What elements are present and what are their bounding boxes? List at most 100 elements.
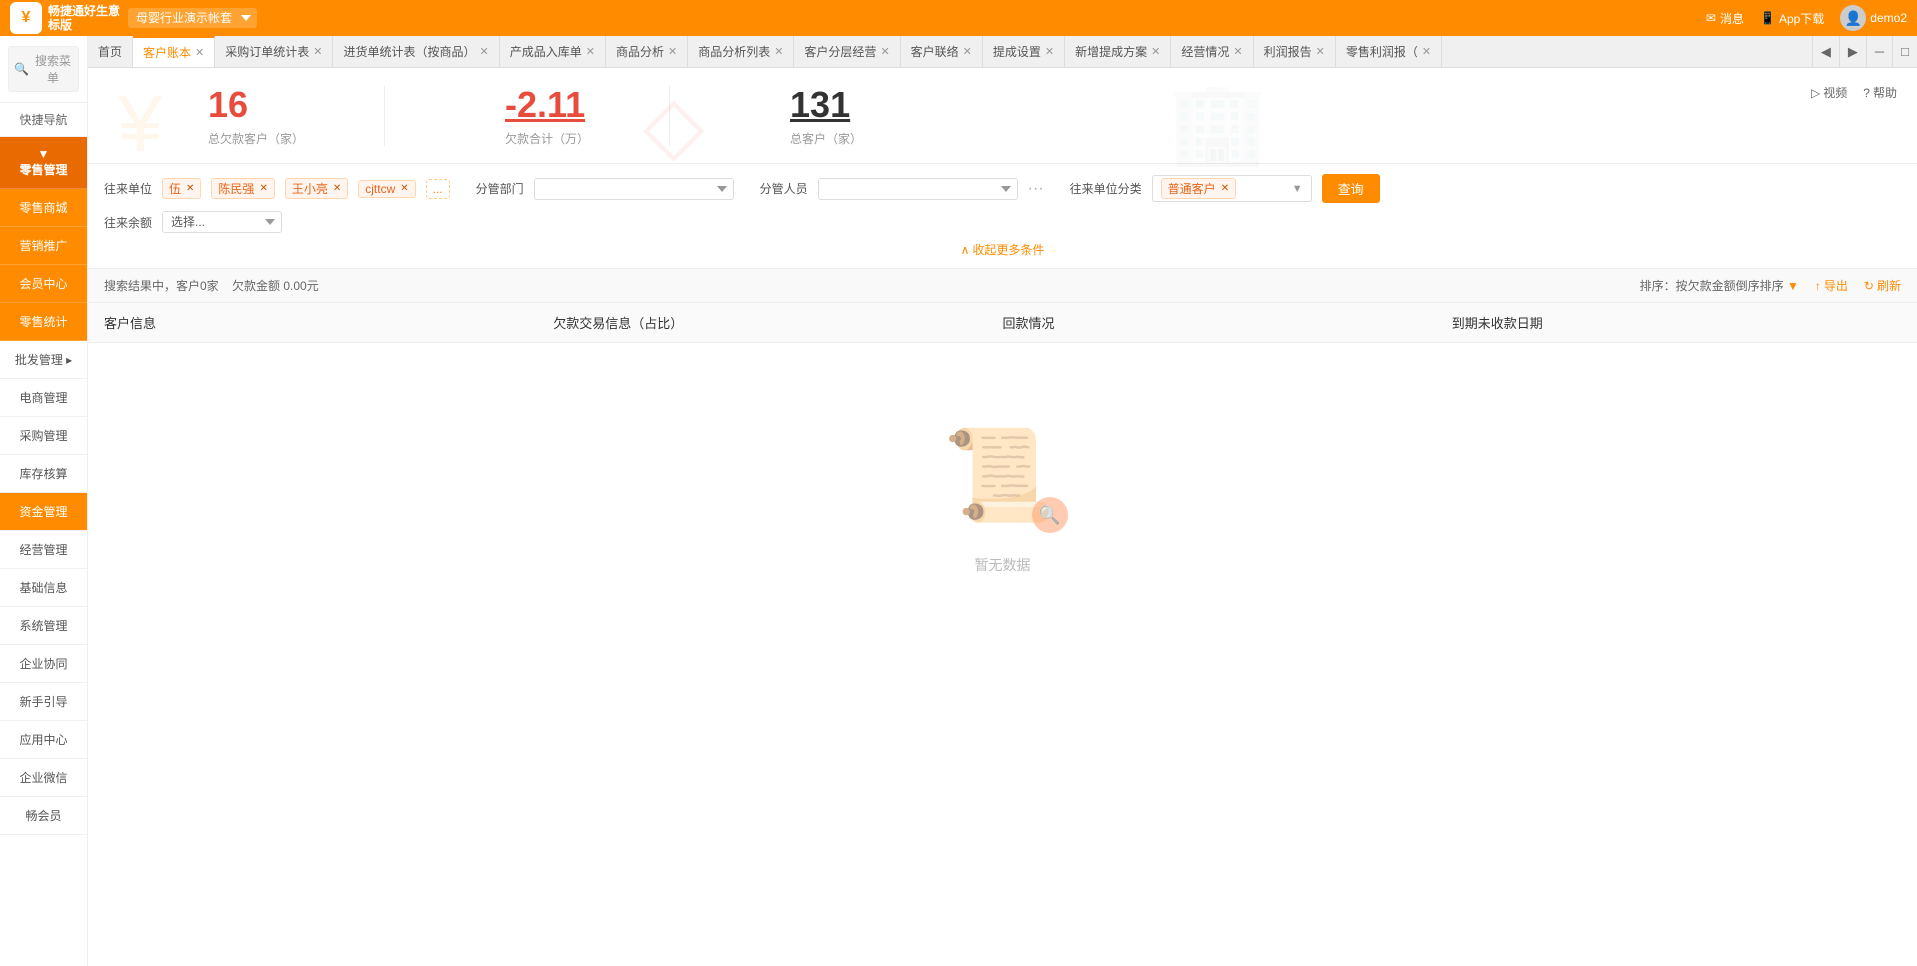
message-btn[interactable]: ✉ 消息 (1706, 10, 1744, 27)
tab-controls: ◀ ▶ ─ □ (1812, 36, 1917, 68)
sidebar-item-basic-info[interactable]: 基础信息 (0, 569, 87, 607)
sidebar-item-marketing[interactable]: 营销推广 (0, 227, 87, 265)
tab-profit-report[interactable]: 利润报告 ✕ (1254, 36, 1336, 68)
tab-customer-contact[interactable]: 客户联络 ✕ (901, 36, 983, 68)
sidebar-item-retail-mgmt[interactable]: ▼ 零售管理 (0, 137, 87, 189)
sidebar-item-inventory[interactable]: 库存核算 (0, 455, 87, 493)
stat2-value: -2.11 (505, 84, 585, 126)
tab-customer-layer[interactable]: 客户分层经营 ✕ (794, 36, 900, 68)
tab-next-btn[interactable]: ▶ (1839, 36, 1866, 68)
sidebar-item-wechat[interactable]: 企业微信 (0, 759, 87, 797)
user-menu[interactable]: 👤 demo2 (1840, 5, 1907, 31)
quick-nav-btn[interactable]: 快捷导航 (0, 103, 87, 137)
tab-product-inbound[interactable]: 产成品入库单 ✕ (500, 36, 606, 68)
close-tab-customer[interactable]: ✕ (195, 46, 204, 59)
main-layout: 🔍 搜索菜单 快捷导航 ▼ 零售管理 零售商城 营销推广 (0, 36, 1917, 966)
empty-text: 暂无数据 (975, 555, 1031, 575)
balance-label: 往来余额 (104, 214, 152, 231)
tab-maximize-btn[interactable]: □ (1892, 36, 1917, 68)
collapse-btn[interactable]: ∧ 收起更多条件 (961, 241, 1045, 258)
tab-inbound-stats[interactable]: 进货单统计表（按商品） ✕ (333, 36, 499, 68)
more-tags-btn[interactable]: ... (426, 179, 450, 199)
tab-operation[interactable]: 经营情况 ✕ (1171, 36, 1253, 68)
sidebar-item-newbie[interactable]: 新手引导 (0, 683, 87, 721)
close-tab-layer[interactable]: ✕ (880, 45, 889, 58)
results-bar: 搜索结果中，客户0家 欠款金额 0.00元 排序：按欠款金额倒序排序 ▼ ↑ 导… (88, 269, 1917, 303)
refresh-btn[interactable]: ↻ 刷新 (1864, 277, 1901, 294)
tab-commission-setting[interactable]: 提成设置 ✕ (983, 36, 1065, 68)
right-panel: 首页 客户账本 ✕ 采购订单统计表 ✕ 进货单统计表（按商品） ✕ 产成品入库单… (88, 36, 1917, 966)
tab-customer-account[interactable]: 客户账本 ✕ (133, 36, 215, 68)
help-btn[interactable]: ? 帮助 (1863, 84, 1897, 101)
remove-category[interactable]: ✕ (1221, 183, 1229, 194)
sidebar-item-system[interactable]: 系统管理 (0, 607, 87, 645)
tab-prev-btn[interactable]: ◀ (1812, 36, 1839, 68)
video-btn[interactable]: ▷ 视频 (1811, 84, 1847, 101)
tab-retail-profit[interactable]: 零售利润报（ ✕ (1336, 36, 1442, 68)
stats-header: ¥ ◇ 🏢 16 总欠款客户（家） -2.11 欠款合计（万） (88, 68, 1917, 164)
tab-new-commission[interactable]: 新增提成方案 ✕ (1065, 36, 1171, 68)
stat-group-3: 131 总客户（家） (710, 84, 902, 147)
close-tab-contact[interactable]: ✕ (963, 45, 972, 58)
stat1-value: 16 (208, 84, 248, 126)
sidebar-item-member[interactable]: 会员中心 (0, 265, 87, 303)
app-download-btn[interactable]: 📱 App下载 (1760, 10, 1824, 27)
sidebar-item-wholesale[interactable]: 批发管理 ▸ (0, 341, 87, 379)
category-tag: 普通客户✕ (1161, 178, 1236, 199)
logo-icon: ¥ (10, 2, 42, 34)
edition-selector[interactable]: 母婴行业演示帐套 (128, 8, 257, 28)
close-tab-retail[interactable]: ✕ (1422, 45, 1431, 58)
close-tab-analysis[interactable]: ✕ (668, 45, 677, 58)
balance-select[interactable]: 选择... (162, 211, 282, 233)
tab-home[interactable]: 首页 (88, 36, 133, 68)
person-select[interactable] (818, 178, 1018, 200)
tab-product-analysis[interactable]: 商品分析 ✕ (606, 36, 688, 68)
remove-tag-1[interactable]: ✕ (186, 183, 194, 194)
unit-label: 往来单位 (104, 180, 152, 197)
close-tab-operation[interactable]: ✕ (1233, 45, 1242, 58)
close-tab-inbound[interactable]: ✕ (480, 45, 489, 58)
tab-purchase-stats[interactable]: 采购订单统计表 ✕ (215, 36, 333, 68)
export-label: 导出 (1824, 277, 1848, 294)
empty-illustration: 📜 🔍 (933, 423, 1073, 543)
person-more-btn[interactable]: ··· (1028, 180, 1044, 198)
dept-label: 分管部门 (476, 180, 524, 197)
tab-product-list[interactable]: 商品分析列表 ✕ (688, 36, 794, 68)
sidebar-item-ecommerce[interactable]: 电商管理 (0, 379, 87, 417)
remove-tag-3[interactable]: ✕ (333, 183, 341, 194)
sidebar-item-collab[interactable]: 企业协同 (0, 645, 87, 683)
filter-row-1: 往来单位 伍✕ 陈民强✕ 王小亮✕ cjttcw✕ ... 分管部门 分管人员 (104, 174, 1901, 203)
close-tab-commission[interactable]: ✕ (1045, 45, 1054, 58)
sidebar-item-app-center[interactable]: 应用中心 (0, 721, 87, 759)
close-tab-product-list[interactable]: ✕ (774, 45, 783, 58)
remove-tag-2[interactable]: ✕ (259, 183, 267, 194)
results-amount: 欠款金额 0.00元 (232, 279, 319, 293)
logo-edition: 标版 (48, 18, 120, 32)
message-icon: ✉ (1706, 11, 1716, 25)
close-tab-purchase[interactable]: ✕ (313, 45, 322, 58)
search-menu-btn[interactable]: 🔍 搜索菜单 (8, 46, 79, 92)
sidebar: 🔍 搜索菜单 快捷导航 ▼ 零售管理 零售商城 营销推广 (0, 36, 88, 966)
search-btn[interactable]: 查询 (1322, 174, 1380, 203)
close-tab-new-commission[interactable]: ✕ (1151, 45, 1160, 58)
export-icon: ↑ (1815, 279, 1821, 293)
export-btn[interactable]: ↑ 导出 (1815, 277, 1848, 294)
dept-select[interactable] (534, 178, 734, 200)
sidebar-item-operation[interactable]: 经营管理 (0, 531, 87, 569)
unit-tag-3: 王小亮✕ (285, 178, 348, 199)
close-tab-product[interactable]: ✕ (586, 45, 595, 58)
sidebar-submenu: ▼ 零售管理 零售商城 营销推广 会员中心 零售统计 (0, 137, 87, 341)
close-tab-profit[interactable]: ✕ (1316, 45, 1325, 58)
stat3-value: 131 (790, 84, 850, 126)
video-icon: ▷ (1811, 86, 1820, 100)
category-selector[interactable]: 普通客户✕ ▼ (1152, 175, 1312, 202)
tab-minimize-btn[interactable]: ─ (1866, 36, 1892, 68)
sidebar-item-retail-mall[interactable]: 零售商城 (0, 189, 87, 227)
remove-tag-4[interactable]: ✕ (400, 183, 408, 194)
sidebar-item-changhui[interactable]: 畅会员 (0, 797, 87, 835)
search-icon: 🔍 (14, 62, 29, 76)
table-header: 客户信息 欠款交易信息（占比） 回款情况 到期未收款日期 (88, 303, 1917, 343)
sidebar-item-retail-stats[interactable]: 零售统计 (0, 303, 87, 341)
sidebar-item-finance[interactable]: 资金管理 (0, 493, 87, 531)
sidebar-item-purchase[interactable]: 采购管理 (0, 417, 87, 455)
